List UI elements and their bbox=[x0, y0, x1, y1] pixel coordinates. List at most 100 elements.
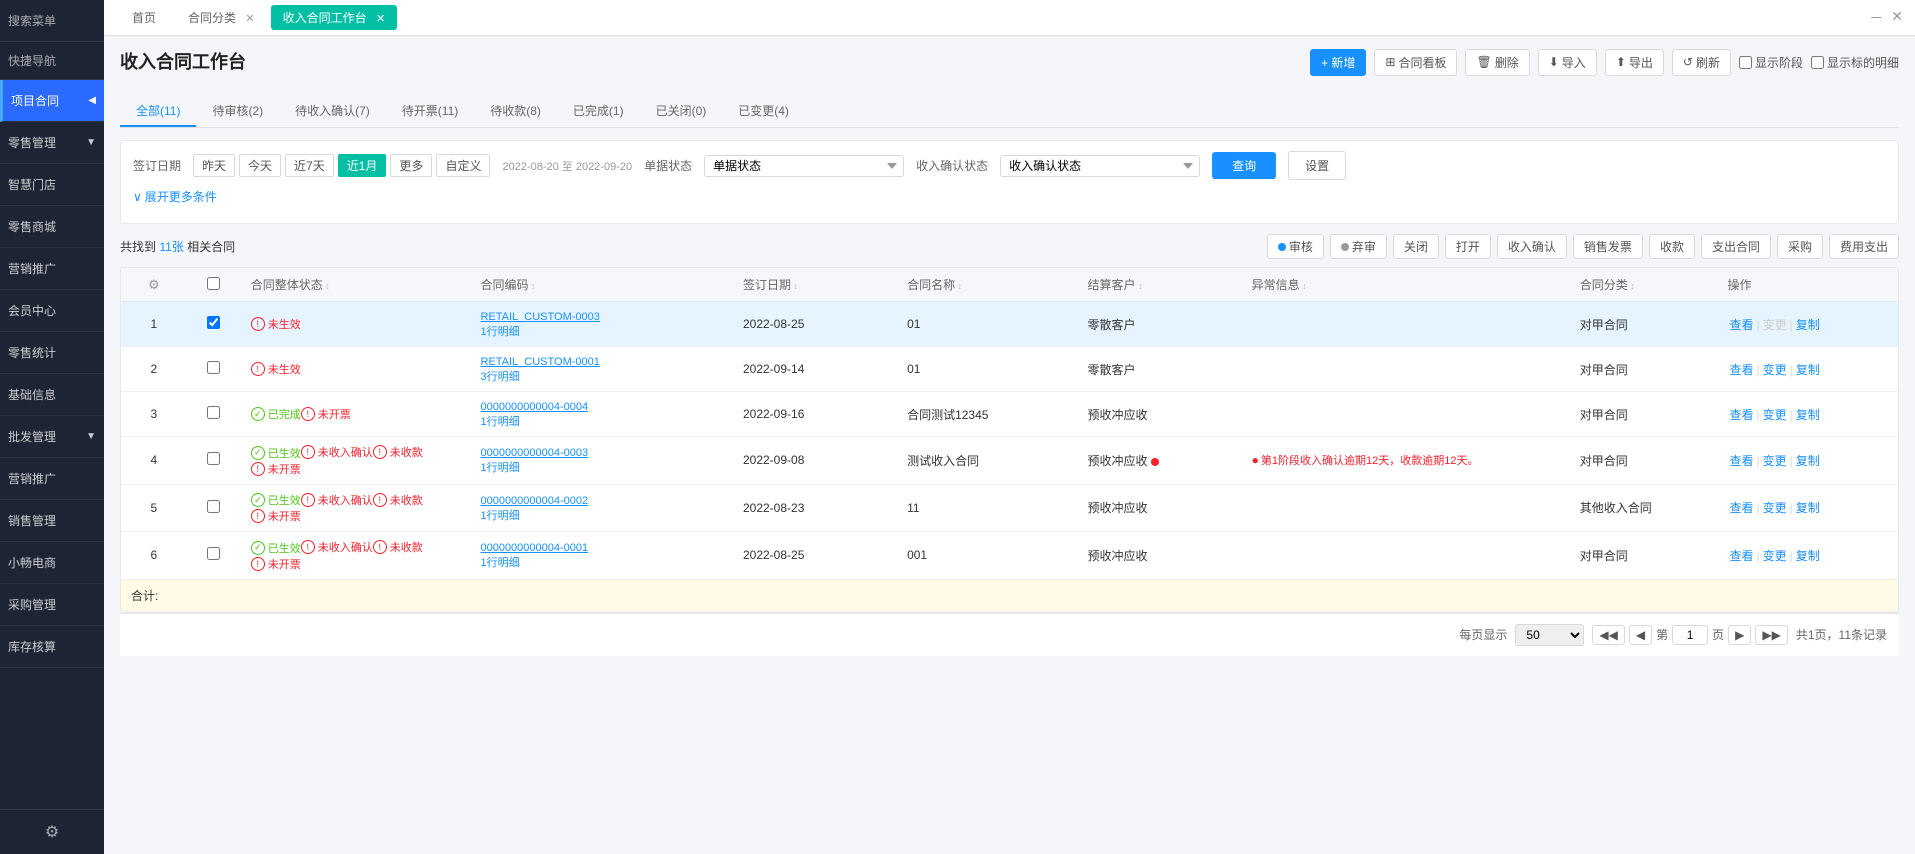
row-code[interactable]: 0000000000004-0001 1行明细 bbox=[470, 532, 733, 580]
sales-invoice-btn[interactable]: 销售发票 bbox=[1573, 234, 1643, 259]
tab-income-workbench[interactable]: 收入合同工作台 ✕ bbox=[271, 5, 398, 30]
contract-code-link[interactable]: RETAIL_CUSTOM-0003 bbox=[480, 311, 599, 323]
query-button[interactable]: 查询 bbox=[1212, 152, 1276, 179]
row-detail-count[interactable]: 1行明细 bbox=[480, 326, 519, 338]
show-fields-check[interactable]: 显示阶段 bbox=[1739, 54, 1803, 71]
sidebar-item-project[interactable]: 项目合同 ◀ bbox=[0, 80, 104, 122]
row-operations[interactable]: 查看|变更|复制 bbox=[1717, 532, 1898, 580]
op-view-btn[interactable]: 查看 bbox=[1727, 363, 1755, 377]
show-fields-checkbox[interactable] bbox=[1739, 56, 1752, 69]
row-operations[interactable]: 查看|变更|复制 bbox=[1717, 437, 1898, 485]
doc-status-select[interactable]: 单据状态 bbox=[704, 155, 904, 177]
income-confirm-btn[interactable]: 收入确认 bbox=[1497, 234, 1567, 259]
op-change-btn[interactable]: 变更 bbox=[1761, 454, 1789, 468]
status-tab-closed[interactable]: 已关闭(0) bbox=[640, 96, 723, 127]
th-name[interactable]: 合同名称 bbox=[897, 268, 1077, 302]
purchase-btn[interactable]: 采购 bbox=[1777, 234, 1823, 259]
minimize-icon[interactable]: － bbox=[1869, 8, 1883, 28]
close-btn[interactable]: 关闭 bbox=[1393, 234, 1439, 259]
open-btn[interactable]: 打开 bbox=[1445, 234, 1491, 259]
date-last7[interactable]: 近7天 bbox=[285, 154, 334, 177]
sidebar-item-marketing[interactable]: 营销推广 bbox=[0, 248, 104, 290]
status-tab-all[interactable]: 全部(11) bbox=[120, 96, 196, 127]
date-more[interactable]: 更多 bbox=[390, 154, 432, 177]
sidebar-item-base-info[interactable]: 基础信息 bbox=[0, 374, 104, 416]
op-view-btn[interactable]: 查看 bbox=[1727, 501, 1755, 515]
row-operations[interactable]: 查看|变更|复制 bbox=[1717, 302, 1898, 347]
row-code[interactable]: RETAIL_CUSTOM-0003 1行明细 bbox=[470, 302, 733, 347]
abandon-btn[interactable]: 弃审 bbox=[1330, 234, 1387, 259]
row-code[interactable]: 0000000000004-0004 1行明细 bbox=[470, 392, 733, 437]
row-checkbox[interactable] bbox=[207, 361, 220, 374]
row-detail-count[interactable]: 1行明细 bbox=[480, 557, 519, 569]
sidebar-item-xiaochangec[interactable]: 小畅电商 bbox=[0, 542, 104, 584]
row-checkbox[interactable] bbox=[207, 316, 220, 329]
sidebar-quick-nav[interactable]: 快捷导航 bbox=[0, 42, 104, 80]
show-detail-check[interactable]: 显示标的明细 bbox=[1811, 54, 1899, 71]
row-detail-count[interactable]: 1行明细 bbox=[480, 510, 519, 522]
row-operations[interactable]: 查看|变更|复制 bbox=[1717, 347, 1898, 392]
row-detail-count[interactable]: 3行明细 bbox=[480, 371, 519, 383]
last-page-btn[interactable]: ▶▶ bbox=[1755, 625, 1787, 645]
page-size-select[interactable]: 50 10 20 100 bbox=[1515, 624, 1584, 646]
row-checkbox-cell[interactable] bbox=[187, 347, 241, 392]
payment-btn[interactable]: 收款 bbox=[1649, 234, 1695, 259]
contract-code-link[interactable]: 0000000000004-0001 bbox=[480, 542, 588, 554]
export-button[interactable]: ⬆ 导出 bbox=[1605, 49, 1664, 76]
op-copy-btn[interactable]: 复制 bbox=[1794, 408, 1822, 422]
th-sign-date[interactable]: 签订日期 bbox=[733, 268, 897, 302]
op-view-btn[interactable]: 查看 bbox=[1727, 318, 1755, 332]
th-customer[interactable]: 结算客户 bbox=[1078, 268, 1242, 302]
th-settings[interactable]: ⚙ bbox=[121, 268, 187, 302]
row-checkbox-cell[interactable] bbox=[187, 437, 241, 485]
next-page-btn[interactable]: ▶ bbox=[1728, 625, 1751, 645]
th-code[interactable]: 合同编码 bbox=[470, 268, 733, 302]
row-detail-count[interactable]: 1行明细 bbox=[480, 462, 519, 474]
op-change-btn[interactable]: 变更 bbox=[1761, 408, 1789, 422]
th-checkbox[interactable] bbox=[187, 268, 241, 302]
sidebar-item-retail-stats[interactable]: 零售统计 bbox=[0, 332, 104, 374]
th-overall-status[interactable]: 合同整体状态 bbox=[241, 268, 471, 302]
sidebar-item-wholesale-mgmt[interactable]: 批发管理 ▼ bbox=[0, 416, 104, 458]
sidebar-item-sales-mgmt[interactable]: 销售管理 bbox=[0, 500, 104, 542]
op-change-btn[interactable]: 变更 bbox=[1761, 549, 1789, 563]
sidebar-item-retail-mgmt[interactable]: 零售管理 ▼ bbox=[0, 122, 104, 164]
select-all-checkbox[interactable] bbox=[207, 277, 220, 290]
tab-close-income-workbench[interactable]: ✕ bbox=[376, 13, 385, 25]
status-tab-pending-payment[interactable]: 待收款(8) bbox=[474, 96, 557, 127]
show-detail-checkbox[interactable] bbox=[1811, 56, 1824, 69]
status-tab-pending-review[interactable]: 待审核(2) bbox=[196, 96, 279, 127]
status-tab-completed[interactable]: 已完成(1) bbox=[557, 96, 640, 127]
op-copy-btn[interactable]: 复制 bbox=[1794, 549, 1822, 563]
status-tab-pending-invoice[interactable]: 待开票(11) bbox=[386, 96, 474, 127]
row-checkbox[interactable] bbox=[207, 500, 220, 513]
status-tab-pending-confirm[interactable]: 待收入确认(7) bbox=[279, 96, 386, 127]
row-code[interactable]: RETAIL_CUSTOM-00013行明细 bbox=[470, 347, 733, 392]
delete-button[interactable]: 🗑 删除 bbox=[1465, 49, 1529, 76]
sidebar-item-retail-mall[interactable]: 零售商城 bbox=[0, 206, 104, 248]
row-checkbox[interactable] bbox=[207, 547, 220, 560]
op-view-btn[interactable]: 查看 bbox=[1727, 408, 1755, 422]
date-today[interactable]: 今天 bbox=[239, 154, 281, 177]
row-operations[interactable]: 查看|变更|复制 bbox=[1717, 484, 1898, 532]
row-detail-count[interactable]: 1行明细 bbox=[480, 416, 519, 428]
set-button[interactable]: 设置 bbox=[1288, 151, 1346, 180]
row-checkbox[interactable] bbox=[207, 406, 220, 419]
row-operations[interactable]: 查看|变更|复制 bbox=[1717, 392, 1898, 437]
tab-contract-category[interactable]: 合同分类 ✕ bbox=[172, 1, 271, 34]
op-view-btn[interactable]: 查看 bbox=[1727, 549, 1755, 563]
op-copy-btn[interactable]: 复制 bbox=[1794, 318, 1822, 332]
income-confirm-select[interactable]: 收入确认状态 bbox=[1000, 155, 1200, 177]
contract-code-link[interactable]: 0000000000004-0004 bbox=[480, 401, 588, 413]
review-btn[interactable]: 审核 bbox=[1267, 234, 1324, 259]
sidebar-item-smart-store[interactable]: 智慧门店 bbox=[0, 164, 104, 206]
gear-icon[interactable]: ⚙ bbox=[8, 822, 96, 842]
contract-code-link[interactable]: 0000000000004-0003 bbox=[480, 447, 588, 459]
row-checkbox-cell[interactable] bbox=[187, 484, 241, 532]
payout-btn[interactable]: 支出合同 bbox=[1701, 234, 1771, 259]
row-code[interactable]: 0000000000004-00021行明细 bbox=[470, 484, 733, 532]
first-page-btn[interactable]: ◀◀ bbox=[1592, 625, 1624, 645]
sidebar-item-member[interactable]: 会员中心 bbox=[0, 290, 104, 332]
status-tab-changed[interactable]: 已变更(4) bbox=[722, 96, 805, 127]
prev-page-btn[interactable]: ◀ bbox=[1629, 625, 1652, 645]
